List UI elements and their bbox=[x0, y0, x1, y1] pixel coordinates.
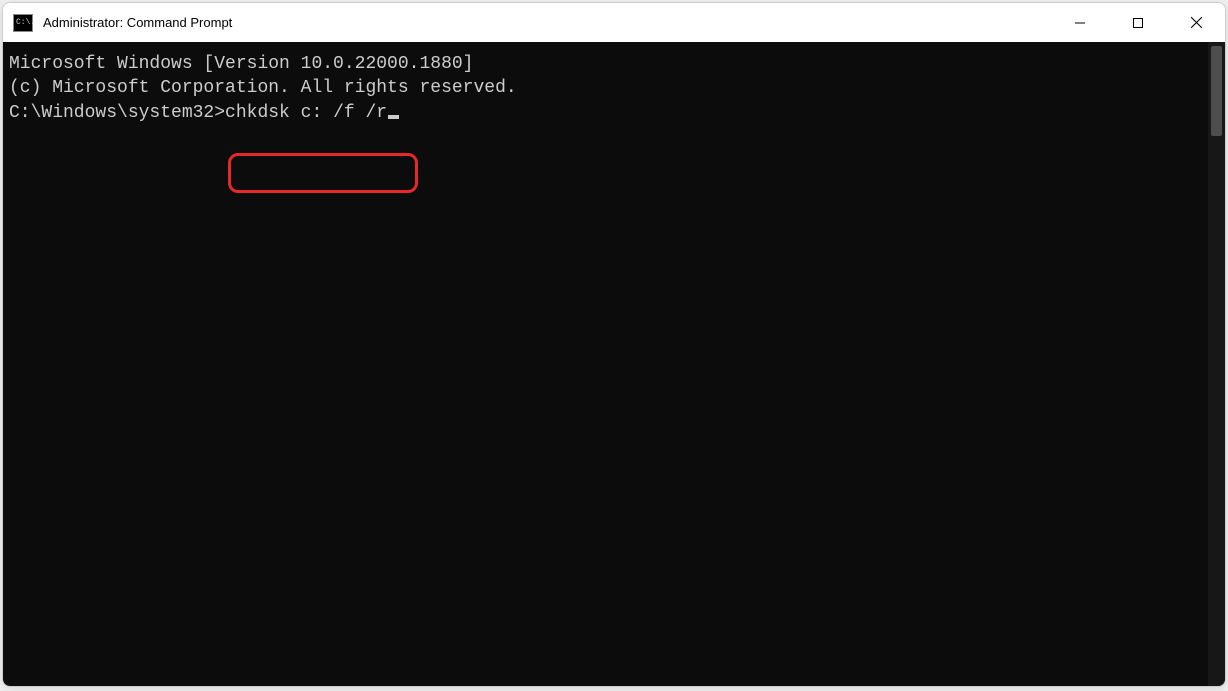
window-title: Administrator: Command Prompt bbox=[43, 15, 232, 30]
prompt-path: C:\Windows\system32> bbox=[9, 103, 225, 123]
scrollbar-thumb[interactable] bbox=[1211, 46, 1222, 136]
terminal-area[interactable]: Microsoft Windows [Version 10.0.22000.18… bbox=[3, 42, 1225, 686]
minimize-icon bbox=[1074, 17, 1086, 29]
titlebar[interactable]: C:\. Administrator: Command Prompt bbox=[3, 3, 1225, 42]
vertical-scrollbar[interactable] bbox=[1208, 42, 1225, 686]
typed-command: chkdsk c: /f /r bbox=[225, 103, 387, 123]
window-controls bbox=[1051, 3, 1225, 42]
maximize-icon bbox=[1132, 17, 1144, 29]
cursor bbox=[388, 115, 399, 119]
close-icon bbox=[1190, 16, 1203, 29]
maximize-button[interactable] bbox=[1109, 3, 1167, 42]
version-line: Microsoft Windows [Version 10.0.22000.18… bbox=[9, 52, 1202, 76]
terminal-output[interactable]: Microsoft Windows [Version 10.0.22000.18… bbox=[3, 42, 1208, 686]
minimize-button[interactable] bbox=[1051, 3, 1109, 42]
cmd-app-icon: C:\. bbox=[13, 14, 33, 32]
command-prompt-window: C:\. Administrator: Command Prompt bbox=[2, 2, 1226, 687]
prompt-line: C:\Windows\system32>chkdsk c: /f /r bbox=[9, 101, 1202, 125]
close-button[interactable] bbox=[1167, 3, 1225, 42]
copyright-line: (c) Microsoft Corporation. All rights re… bbox=[9, 76, 1202, 100]
cmd-icon-glyph: C:\. bbox=[16, 19, 35, 27]
